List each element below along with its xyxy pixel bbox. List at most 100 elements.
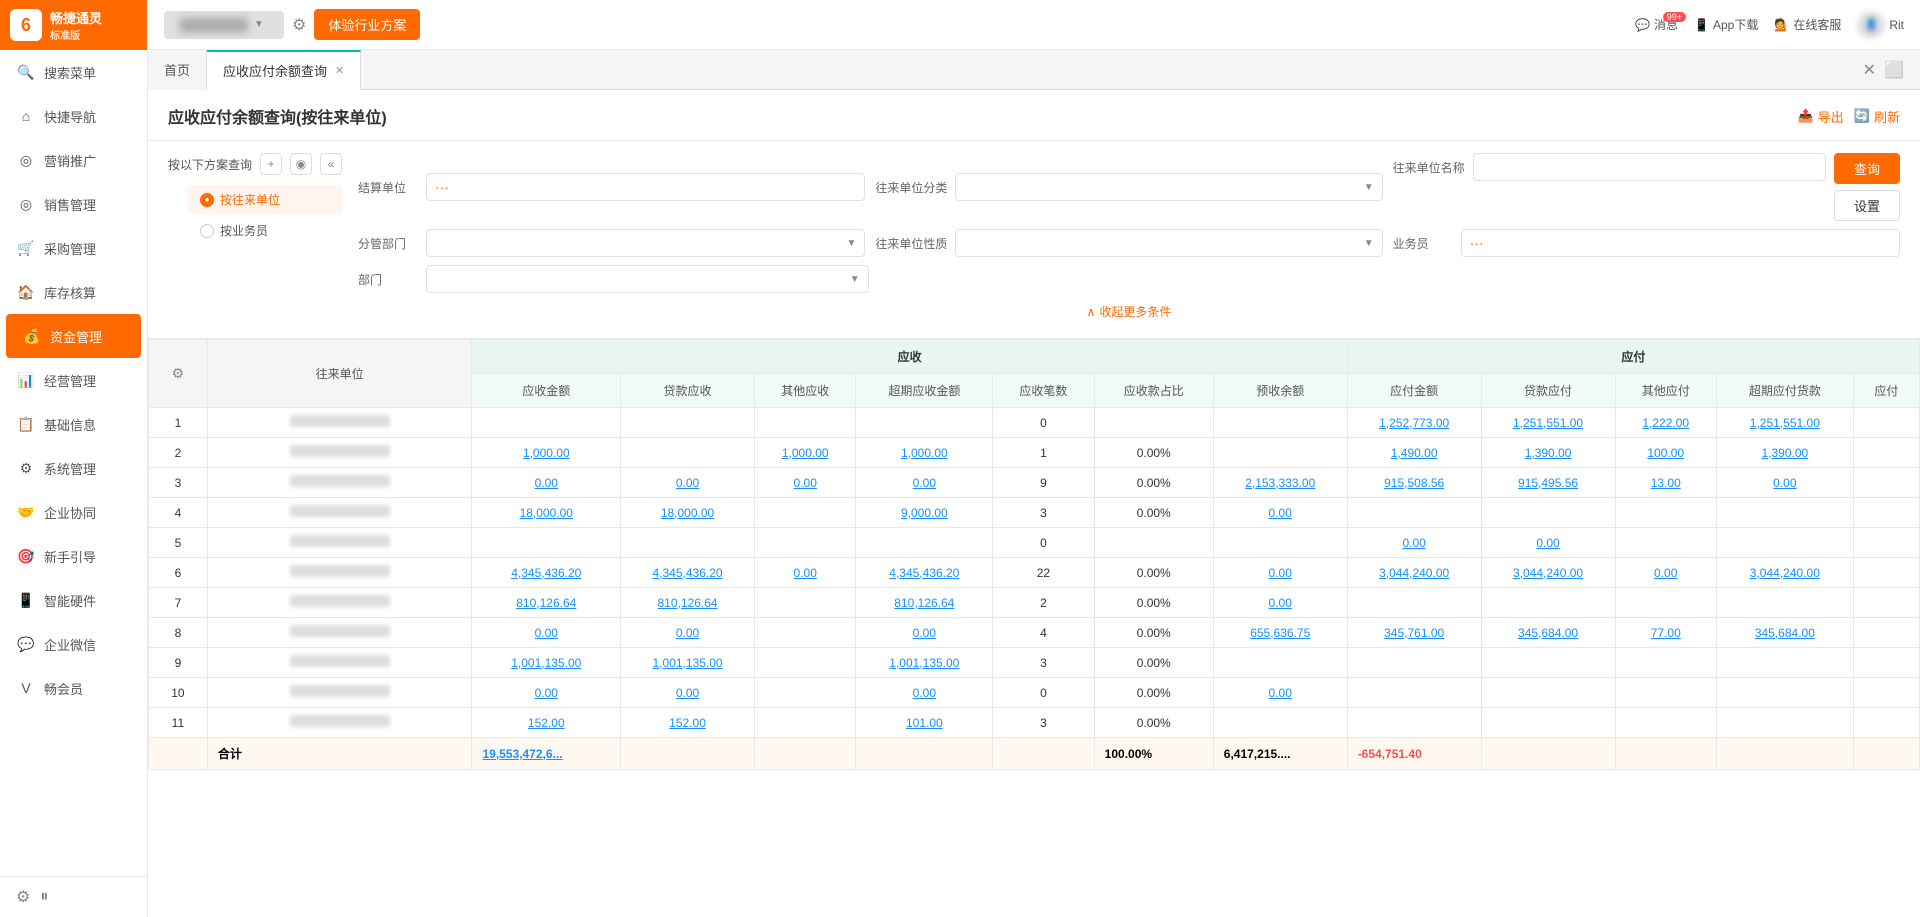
cell-ar_ratio: 0.00% bbox=[1094, 588, 1213, 618]
sidebar-item-search[interactable]: 🔍 搜索菜单 bbox=[0, 50, 147, 94]
footer-empty bbox=[149, 738, 208, 770]
th-ar-overdue: 超期应收金额 bbox=[856, 374, 993, 408]
sidebar-label-sales: 销售管理 bbox=[44, 195, 96, 214]
table-settings-icon[interactable]: ⚙ bbox=[172, 365, 185, 381]
sidebar-footer: ⚙ ⏸ bbox=[0, 876, 147, 917]
collapse-icon[interactable]: ⏸ bbox=[40, 888, 48, 906]
th-payable-group: 应付 bbox=[1347, 340, 1919, 374]
cell-ar_amount: 1,001,135.00 bbox=[472, 648, 621, 678]
corp-icon: 🤝 bbox=[16, 502, 36, 522]
table-footer-row: 合计 19,553,472,6... 100.00% 6,417,215....… bbox=[149, 738, 1920, 770]
cell-ar_ratio: 0.00% bbox=[1094, 438, 1213, 468]
sidebar-item-wechat[interactable]: 💬 企业微信 bbox=[0, 622, 147, 666]
sidebar-item-corp[interactable]: 🤝 企业协同 bbox=[0, 490, 147, 534]
department-input[interactable]: ▼ bbox=[426, 265, 869, 293]
cell-ap_other: 13.00 bbox=[1615, 468, 1716, 498]
sidebar-label-inventory: 库存核算 bbox=[44, 283, 96, 302]
cell-ap_overdue bbox=[1716, 708, 1853, 738]
cell-ap_x bbox=[1853, 528, 1919, 558]
cell-ap_loan: 3,044,240.00 bbox=[1481, 558, 1615, 588]
cell-num: 10 bbox=[149, 678, 208, 708]
cell-ar_advance: 0.00 bbox=[1213, 558, 1347, 588]
sidebar-label-marketing: 营销推广 bbox=[44, 151, 96, 170]
cell-ar_loan: 0.00 bbox=[621, 468, 755, 498]
inventory-icon: 🏠 bbox=[16, 282, 36, 302]
sidebar-item-hardware[interactable]: 📱 智能硬件 bbox=[0, 578, 147, 622]
sidebar-item-system[interactable]: ⚙ 系统管理 bbox=[0, 446, 147, 490]
salesperson-label: 业务员 bbox=[1393, 235, 1453, 252]
category-label: 往来单位分类 bbox=[875, 179, 947, 196]
th-ap-amount: 应付金额 bbox=[1347, 374, 1481, 408]
filter-collapse-icon[interactable]: « bbox=[320, 153, 342, 175]
refresh-button[interactable]: 🔄 刷新 bbox=[1854, 107, 1900, 126]
sidebar-item-basic[interactable]: 📋 基础信息 bbox=[0, 402, 147, 446]
cell-ap_overdue: 3,044,240.00 bbox=[1716, 558, 1853, 588]
table-row: 21,000.001,000.001,000.0010.00%1,490.001… bbox=[149, 438, 1920, 468]
nature-input[interactable]: ▼ bbox=[955, 229, 1382, 257]
cell-ap_other bbox=[1615, 588, 1716, 618]
cell-num: 7 bbox=[149, 588, 208, 618]
dept-input[interactable]: ▼ bbox=[426, 229, 865, 257]
filter-dept: 分管部门 ▼ bbox=[358, 229, 865, 257]
cell-ar_other: 1,000.00 bbox=[754, 438, 855, 468]
collapse-label: 收起更多条件 bbox=[1099, 303, 1171, 320]
filter-container: 按以下方案查询 + ◉ « ● 按往来单位 按业务员 bbox=[168, 153, 1900, 326]
sidebar-item-operation[interactable]: 📊 经营管理 bbox=[0, 358, 147, 402]
category-input[interactable]: ▼ bbox=[955, 173, 1382, 201]
cell-ar_ratio: 0.00% bbox=[1094, 468, 1213, 498]
sidebar-item-finance[interactable]: 💰 资金管理 bbox=[6, 314, 141, 358]
cell-ap_x bbox=[1853, 468, 1919, 498]
add-filter-icon[interactable]: + bbox=[260, 153, 282, 175]
option-by-partner[interactable]: ● 按往来单位 bbox=[188, 185, 342, 214]
cell-ar_count: 22 bbox=[993, 558, 1094, 588]
online-service[interactable]: 💁 在线客服 bbox=[1774, 16, 1841, 33]
collapse-button[interactable]: ∧ 收起更多条件 bbox=[358, 297, 1900, 326]
sidebar-item-inventory[interactable]: 🏠 库存核算 bbox=[0, 270, 147, 314]
salesperson-input[interactable]: ··· bbox=[1461, 229, 1900, 257]
cell-ap_loan bbox=[1481, 708, 1615, 738]
setting-button[interactable]: 设置 bbox=[1834, 190, 1900, 221]
cell-ar_advance: 2,153,333.00 bbox=[1213, 468, 1347, 498]
sidebar-item-member[interactable]: V 畅会员 bbox=[0, 666, 147, 710]
tab-close-icon[interactable]: ✕ bbox=[335, 64, 344, 77]
user-area[interactable]: 👤 Rit bbox=[1857, 11, 1904, 39]
sidebar-item-marketing[interactable]: ◎ 营销推广 bbox=[0, 138, 147, 182]
option-by-staff[interactable]: 按业务员 bbox=[188, 216, 342, 245]
tab-balance[interactable]: 应收应付余额查询 ✕ bbox=[207, 50, 361, 90]
notification-area[interactable]: 💬 消息 99+ bbox=[1635, 16, 1678, 33]
query-button[interactable]: 查询 bbox=[1834, 153, 1900, 184]
company-selector[interactable]: ████████ ▼ bbox=[164, 11, 284, 39]
sidebar-item-guide[interactable]: 🎯 新手引导 bbox=[0, 534, 147, 578]
cell-ap_overdue bbox=[1716, 648, 1853, 678]
th-ar-loan: 贷款应收 bbox=[621, 374, 755, 408]
cell-ar_count: 4 bbox=[993, 618, 1094, 648]
sidebar-item-quick[interactable]: ⌂ 快捷导航 bbox=[0, 94, 147, 138]
filter-top: 按以下方案查询 + ◉ « bbox=[168, 153, 342, 175]
sidebar-item-purchase[interactable]: 🛒 采购管理 bbox=[0, 226, 147, 270]
export-button[interactable]: 📤 导出 bbox=[1798, 107, 1844, 126]
tab-home[interactable]: 首页 bbox=[148, 50, 207, 90]
app-download[interactable]: 📱 App下载 bbox=[1694, 16, 1758, 33]
sidebar-label-search: 搜索菜单 bbox=[44, 63, 96, 82]
cell-ar_amount: 810,126.64 bbox=[472, 588, 621, 618]
filter-settings-icon[interactable]: ◉ bbox=[290, 153, 312, 175]
sidebar-item-sales[interactable]: ◎ 销售管理 bbox=[0, 182, 147, 226]
promo-button[interactable]: 体验行业方案 bbox=[314, 9, 420, 40]
topbar-settings-icon[interactable]: ⚙ bbox=[292, 15, 306, 35]
settlement-input[interactable]: ··· bbox=[426, 173, 865, 201]
cell-ar_amount: 152.00 bbox=[472, 708, 621, 738]
name-input[interactable] bbox=[1473, 153, 1826, 181]
settings-icon[interactable]: ⚙ bbox=[16, 887, 30, 907]
cell-ap_other bbox=[1615, 678, 1716, 708]
topbar: ████████ ▼ ⚙ 体验行业方案 💬 消息 99+ 📱 App下载 💁 在… bbox=[148, 0, 1920, 50]
operation-icon: 📊 bbox=[16, 370, 36, 390]
cell-ar_advance bbox=[1213, 438, 1347, 468]
export-label: 导出 bbox=[1818, 107, 1844, 126]
maximize-icon[interactable]: ⬜ bbox=[1884, 60, 1904, 80]
close-window-icon[interactable]: ✕ bbox=[1863, 60, 1876, 80]
cell-ap_amount bbox=[1347, 498, 1481, 528]
cell-partner bbox=[207, 498, 472, 528]
cell-ar_other bbox=[754, 588, 855, 618]
footer-ap-overdue bbox=[1716, 738, 1853, 770]
cell-ap_loan: 345,684.00 bbox=[1481, 618, 1615, 648]
